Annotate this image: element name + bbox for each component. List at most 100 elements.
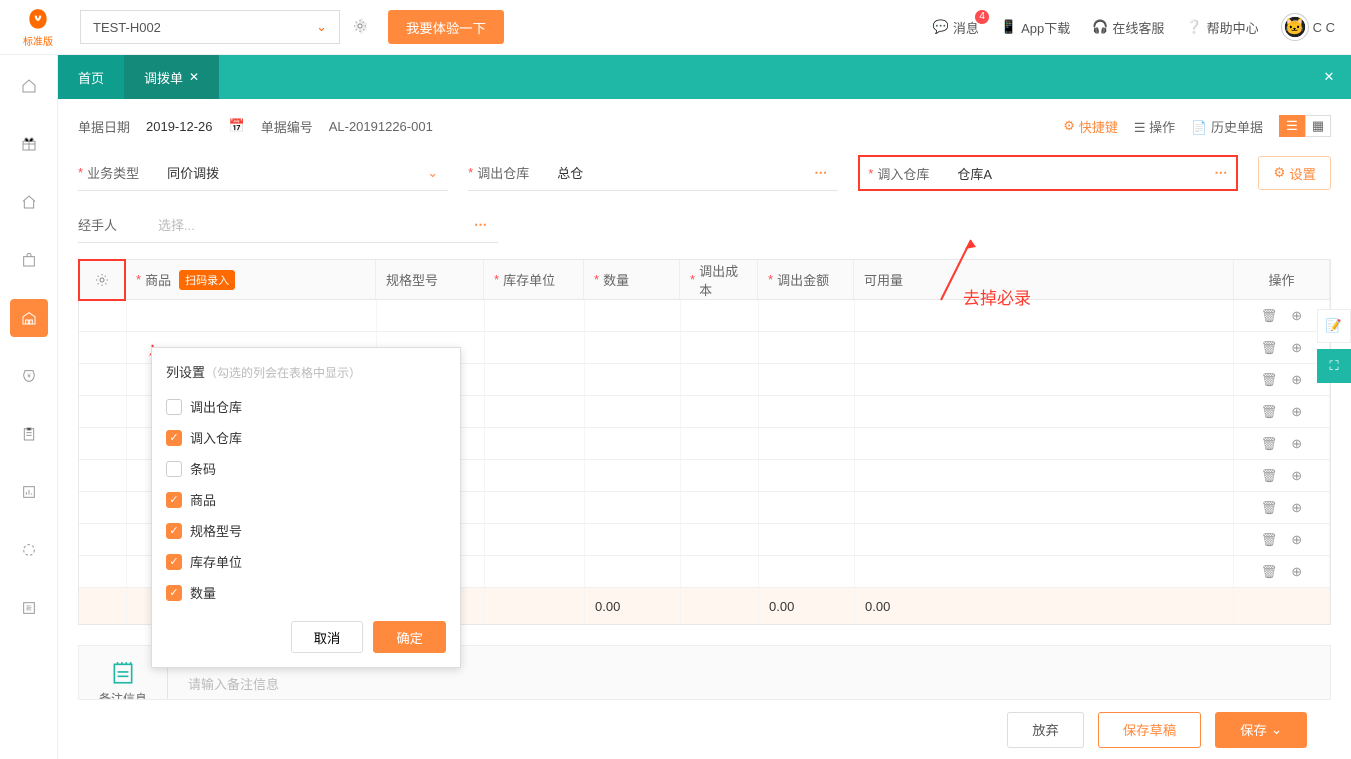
delete-icon[interactable]: 🗑 xyxy=(1261,436,1278,452)
sidebar-loading[interactable] xyxy=(10,531,48,569)
total-avail: 0.00 xyxy=(855,588,1234,624)
delete-icon[interactable]: 🗑 xyxy=(1261,532,1278,548)
add-icon[interactable]: ⊕ xyxy=(1291,564,1302,580)
add-icon[interactable]: ⊕ xyxy=(1291,372,1302,388)
sidebar-report[interactable] xyxy=(10,473,48,511)
sidebar-gift[interactable] xyxy=(10,125,48,163)
table-row[interactable]: 🗑⊕ xyxy=(79,300,1330,332)
shortcuts-link[interactable]: ⚙快捷键 xyxy=(1063,117,1118,136)
gear-icon: ⚙ xyxy=(1063,118,1075,134)
delete-icon[interactable]: 🗑 xyxy=(1261,340,1278,356)
column-option[interactable]: 单位2 xyxy=(162,608,450,611)
tab-home[interactable]: 首页 xyxy=(58,55,124,99)
view-grid[interactable]: ▦ xyxy=(1305,115,1331,137)
close-icon[interactable]: ✕ xyxy=(189,70,199,84)
user-menu[interactable]: 🐱 C C xyxy=(1281,13,1335,41)
right-rail: 📝 ⛶ xyxy=(1317,309,1351,383)
phone-icon: 📱 xyxy=(1001,19,1017,35)
popup-ok-button[interactable]: 确定 xyxy=(373,621,446,653)
th-outamt: *调出金额 xyxy=(758,260,854,299)
checkbox-icon: ✓ xyxy=(166,585,182,601)
save-draft-button[interactable]: 保存草稿 xyxy=(1098,712,1201,748)
docno-value: AL-20191226-001 xyxy=(329,119,433,134)
column-option[interactable]: ✓ 数量 xyxy=(162,577,450,608)
sidebar-bag[interactable] xyxy=(10,241,48,279)
field-out-warehouse[interactable]: *调出仓库 总仓 ⋯ xyxy=(468,155,838,191)
settings-button[interactable]: ⚙设置 xyxy=(1258,156,1331,190)
service-link[interactable]: 🎧 在线客服 xyxy=(1092,18,1164,37)
help-link[interactable]: ❔ 帮助中心 xyxy=(1186,18,1258,37)
svg-text:¥: ¥ xyxy=(27,374,31,380)
view-toggle: ☰ ▦ xyxy=(1279,115,1331,137)
checkbox-icon: ✓ xyxy=(166,492,182,508)
sidebar-warehouse[interactable] xyxy=(10,299,48,337)
field-in-warehouse[interactable]: *调入仓库 仓库A ⋯ xyxy=(858,155,1238,191)
delete-icon[interactable]: 🗑 xyxy=(1261,308,1278,324)
app-download-link[interactable]: 📱 App下载 xyxy=(1001,18,1070,37)
column-option[interactable]: 调出仓库 xyxy=(162,391,450,422)
delete-icon[interactable]: 🗑 xyxy=(1261,500,1278,516)
field-handler[interactable]: 经手人 选择... ⋯ xyxy=(78,207,498,243)
add-icon[interactable]: ⊕ xyxy=(1291,532,1302,548)
more-icon: ⋯ xyxy=(814,165,828,181)
delete-icon[interactable]: 🗑 xyxy=(1261,372,1278,388)
add-icon[interactable]: ⊕ xyxy=(1291,404,1302,420)
column-option[interactable]: ✓调入仓库 xyxy=(162,422,450,453)
gear-icon: ⚙ xyxy=(1273,165,1285,181)
gear-icon[interactable] xyxy=(352,18,368,37)
delete-icon[interactable]: 🗑 xyxy=(1261,404,1278,420)
history-link[interactable]: 📄 历史单据 xyxy=(1191,117,1263,136)
save-button[interactable]: 保存 ⌄ xyxy=(1215,712,1307,748)
view-list[interactable]: ☰ xyxy=(1279,115,1305,137)
calendar-icon[interactable]: 📅 xyxy=(229,118,245,134)
sidebar-home[interactable] xyxy=(10,67,48,105)
sidebar-money[interactable]: ¥ xyxy=(10,357,48,395)
logo: 标准版 xyxy=(16,7,60,48)
column-option[interactable]: 条码 xyxy=(162,453,450,484)
scan-entry-button[interactable]: 扫码录入 xyxy=(179,270,235,290)
delete-icon[interactable]: 🗑 xyxy=(1261,468,1278,484)
top-bar: 标准版 TEST-H002 ⌄ 我要体验一下 💬 消息 4 📱 App下载 🎧 … xyxy=(0,0,1351,55)
column-option-label: 数量 xyxy=(190,583,216,602)
sidebar-clipboard[interactable] xyxy=(10,415,48,453)
add-icon[interactable]: ⊕ xyxy=(1291,340,1302,356)
tabbar-close-all[interactable]: ✕ xyxy=(1307,55,1351,99)
add-icon[interactable]: ⊕ xyxy=(1291,468,1302,484)
date-label: 单据日期 xyxy=(78,117,130,136)
column-option[interactable]: ✓ 规格型号 xyxy=(162,515,450,546)
try-button[interactable]: 我要体验一下 xyxy=(388,10,504,44)
add-icon[interactable]: ⊕ xyxy=(1291,500,1302,516)
sidebar-home2[interactable] xyxy=(10,183,48,221)
column-option[interactable]: ✓ 商品 xyxy=(162,484,450,515)
popup-subtitle: （勾选的列会在表格中显示） xyxy=(205,366,361,380)
tab-current[interactable]: 调拨单 ✕ xyxy=(124,55,219,99)
field-biztype[interactable]: *业务类型 同价调拨 ⌄ xyxy=(78,155,448,191)
operations-link[interactable]: ☰ 操作 xyxy=(1134,117,1175,136)
checkbox-icon: ✓ xyxy=(166,523,182,539)
add-icon[interactable]: ⊕ xyxy=(1291,308,1302,324)
docno-label: 单据编号 xyxy=(261,117,313,136)
total-outamt: 0.00 xyxy=(759,588,855,624)
delete-icon[interactable]: 🗑 xyxy=(1261,564,1278,580)
store-selector[interactable]: TEST-H002 ⌄ xyxy=(80,10,340,44)
expand-button[interactable]: ⛶ xyxy=(1317,349,1351,383)
column-option[interactable]: ✓库存单位 xyxy=(162,546,450,577)
column-settings-button[interactable] xyxy=(78,259,126,301)
th-product: *商品扫码录入 xyxy=(126,260,376,299)
notes-button[interactable]: 📝 xyxy=(1317,309,1351,343)
column-option-label: 商品 xyxy=(190,490,216,509)
add-icon[interactable]: ⊕ xyxy=(1291,436,1302,452)
more-icon: ⋯ xyxy=(1214,165,1228,181)
date-value[interactable]: 2019-12-26 xyxy=(146,119,213,134)
annotation-text: 去掉必录 xyxy=(963,284,1031,309)
sidebar: ¥ 新 xyxy=(0,55,58,759)
sidebar-new[interactable]: 新 xyxy=(10,589,48,627)
column-option-label: 规格型号 xyxy=(190,521,242,540)
th-qty: *数量 xyxy=(584,260,680,299)
chevron-down-icon: ⌄ xyxy=(427,165,438,181)
discard-button[interactable]: 放弃 xyxy=(1007,712,1084,748)
messages-link[interactable]: 💬 消息 4 xyxy=(933,18,979,37)
footer-actions: 放弃 保存草稿 保存 ⌄ xyxy=(78,699,1331,759)
checkbox-icon xyxy=(166,461,182,477)
popup-cancel-button[interactable]: 取消 xyxy=(291,621,364,653)
